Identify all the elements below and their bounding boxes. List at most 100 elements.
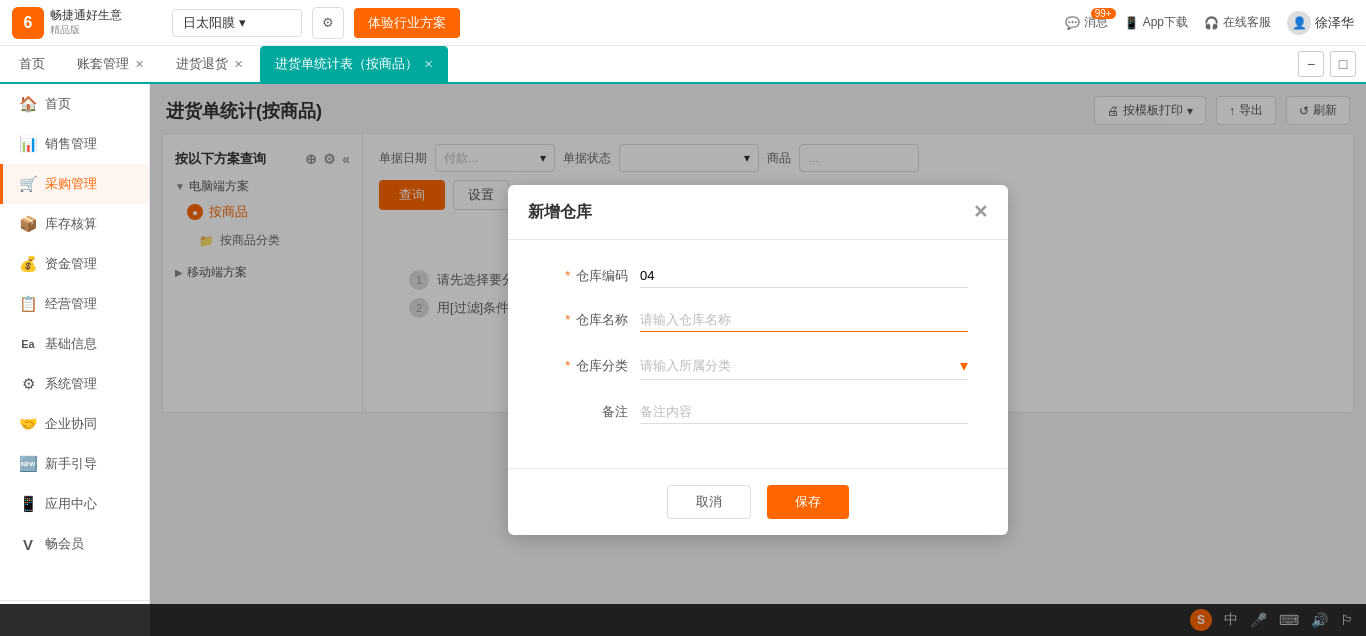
category-dropdown-icon: ▾ (960, 356, 968, 375)
sidebar-item-inventory[interactable]: 📦 库存核算 (0, 204, 149, 244)
header-right: 💬 消息 99+ 📱 App下载 🎧 在线客服 👤 徐泽华 (1065, 11, 1354, 35)
user-area[interactable]: 👤 徐泽华 (1287, 11, 1354, 35)
tab-account[interactable]: 账套管理 ✕ (62, 46, 159, 82)
user-name: 徐泽华 (1315, 14, 1354, 32)
tab-minimize-btn[interactable]: − (1298, 51, 1324, 77)
remark-input[interactable] (640, 400, 968, 424)
online-service-label: 在线客服 (1223, 14, 1271, 31)
sidebar-label-inventory: 库存核算 (45, 215, 97, 233)
form-row-category: * 仓库分类 请输入所属分类 ▾ (548, 352, 968, 380)
tab-bar-right: − □ (1298, 51, 1362, 77)
remark-label: 备注 (548, 403, 628, 421)
sidebar-label-enterprise: 企业协同 (45, 415, 97, 433)
enterprise-icon: 🤝 (19, 415, 37, 433)
tab-stats-close[interactable]: ✕ (424, 58, 433, 71)
category-label: * 仓库分类 (548, 357, 628, 375)
tab-home[interactable]: 首页 (4, 46, 60, 82)
form-row-code: * 仓库编码 (548, 264, 968, 288)
store-selector[interactable]: 日太阳膜 ▾ (172, 9, 302, 37)
dialog-header: 新增仓库 ✕ (508, 185, 1008, 240)
top-header: 6 畅捷通好生意 精品版 日太阳膜 ▾ ⚙ 体验行业方案 💬 消息 99+ 📱 … (0, 0, 1366, 46)
dialog-close-btn[interactable]: ✕ (973, 201, 988, 223)
name-input[interactable] (640, 308, 968, 332)
required-star-3: * (565, 358, 570, 373)
sidebar: 🏠 首页 📊 销售管理 🛒 采购管理 📦 库存核算 💰 资金管理 📋 经营管理 … (0, 84, 150, 636)
dialog-body: * 仓库编码 * 仓库名称 (508, 240, 1008, 468)
headset-icon: 🎧 (1204, 16, 1219, 30)
cancel-button[interactable]: 取消 (667, 485, 751, 519)
sidebar-label-system: 系统管理 (45, 375, 97, 393)
operations-icon: 📋 (19, 295, 37, 313)
tab-home-label: 首页 (19, 55, 45, 73)
tab-account-label: 账套管理 (77, 55, 129, 73)
tab-return-close[interactable]: ✕ (234, 58, 243, 71)
sales-icon: 📊 (19, 135, 37, 153)
dialog-overlay: 新增仓库 ✕ * 仓库编码 * (150, 84, 1366, 636)
app-edition: 精品版 (50, 23, 122, 37)
vip-icon: V (19, 535, 37, 553)
tab-return[interactable]: 进货退货 ✕ (161, 46, 258, 82)
code-label: * 仓库编码 (548, 267, 628, 285)
system-icon: ⚙ (19, 375, 37, 393)
store-name: 日太阳膜 (183, 14, 235, 32)
phone-icon: 📱 (1124, 16, 1139, 30)
sidebar-label-app-center: 应用中心 (45, 495, 97, 513)
form-row-remark: 备注 (548, 400, 968, 424)
home-icon: 🏠 (19, 95, 37, 113)
code-input[interactable] (640, 264, 968, 288)
basic-info-icon: Ea (19, 335, 37, 353)
trial-button[interactable]: 体验行业方案 (354, 8, 460, 38)
sidebar-item-system[interactable]: ⚙ 系统管理 (0, 364, 149, 404)
message-btn[interactable]: 💬 消息 99+ (1065, 14, 1108, 31)
finance-icon: 💰 (19, 255, 37, 273)
sidebar-item-sales[interactable]: 📊 销售管理 (0, 124, 149, 164)
sidebar-item-enterprise[interactable]: 🤝 企业协同 (0, 404, 149, 444)
sidebar-label-guide: 新手引导 (45, 455, 97, 473)
purchase-icon: 🛒 (19, 175, 37, 193)
sidebar-item-purchase[interactable]: 🛒 采购管理 (0, 164, 149, 204)
sidebar-item-vip[interactable]: V 畅会员 (0, 524, 149, 564)
form-row-name: * 仓库名称 (548, 308, 968, 332)
app-name: 畅捷通好生意 (50, 8, 122, 24)
main-layout: 🏠 首页 📊 销售管理 🛒 采购管理 📦 库存核算 💰 资金管理 📋 经营管理 … (0, 84, 1366, 636)
app-download-btn[interactable]: 📱 App下载 (1124, 14, 1188, 31)
guide-icon: 🆕 (19, 455, 37, 473)
dialog-title: 新增仓库 (528, 202, 592, 223)
category-placeholder: 请输入所属分类 (640, 357, 731, 375)
inventory-icon: 📦 (19, 215, 37, 233)
required-star: * (565, 268, 570, 283)
sidebar-item-guide[interactable]: 🆕 新手引导 (0, 444, 149, 484)
dialog-footer: 取消 保存 (508, 468, 1008, 535)
sidebar-label-operations: 经营管理 (45, 295, 97, 313)
tab-account-close[interactable]: ✕ (135, 58, 144, 71)
tab-bar: 首页 账套管理 ✕ 进货退货 ✕ 进货单统计表（按商品） ✕ − □ (0, 46, 1366, 84)
content-area: 进货单统计(按商品) 🖨 按模板打印 ▾ ↑ 导出 ↺ 刷新 (150, 84, 1366, 636)
tab-return-label: 进货退货 (176, 55, 228, 73)
sidebar-label-sales: 销售管理 (45, 135, 97, 153)
chevron-down-icon: ▾ (239, 15, 291, 30)
sidebar-label-finance: 资金管理 (45, 255, 97, 273)
sidebar-item-finance[interactable]: 💰 资金管理 (0, 244, 149, 284)
sidebar-label-home: 首页 (45, 95, 71, 113)
sidebar-label-basic-info: 基础信息 (45, 335, 97, 353)
user-avatar: 👤 (1287, 11, 1311, 35)
tab-maximize-btn[interactable]: □ (1330, 51, 1356, 77)
name-label: * 仓库名称 (548, 311, 628, 329)
app-center-icon: 📱 (19, 495, 37, 513)
sidebar-item-home[interactable]: 🏠 首页 (0, 84, 149, 124)
notification-badge: 99+ (1091, 8, 1116, 19)
tab-stats-label: 进货单统计表（按商品） (275, 55, 418, 73)
message-icon: 💬 (1065, 16, 1080, 30)
app-logo: 6 (12, 7, 44, 39)
settings-icon[interactable]: ⚙ (312, 7, 344, 39)
category-select[interactable]: 请输入所属分类 ▾ (640, 352, 968, 380)
online-service-btn[interactable]: 🎧 在线客服 (1204, 14, 1271, 31)
sidebar-item-basic-info[interactable]: Ea 基础信息 (0, 324, 149, 364)
sidebar-label-vip: 畅会员 (45, 535, 84, 553)
sidebar-item-app-center[interactable]: 📱 应用中心 (0, 484, 149, 524)
required-star-2: * (565, 312, 570, 327)
tab-stats[interactable]: 进货单统计表（按商品） ✕ (260, 46, 448, 82)
sidebar-item-operations[interactable]: 📋 经营管理 (0, 284, 149, 324)
add-warehouse-dialog: 新增仓库 ✕ * 仓库编码 * (508, 185, 1008, 535)
save-button[interactable]: 保存 (767, 485, 849, 519)
